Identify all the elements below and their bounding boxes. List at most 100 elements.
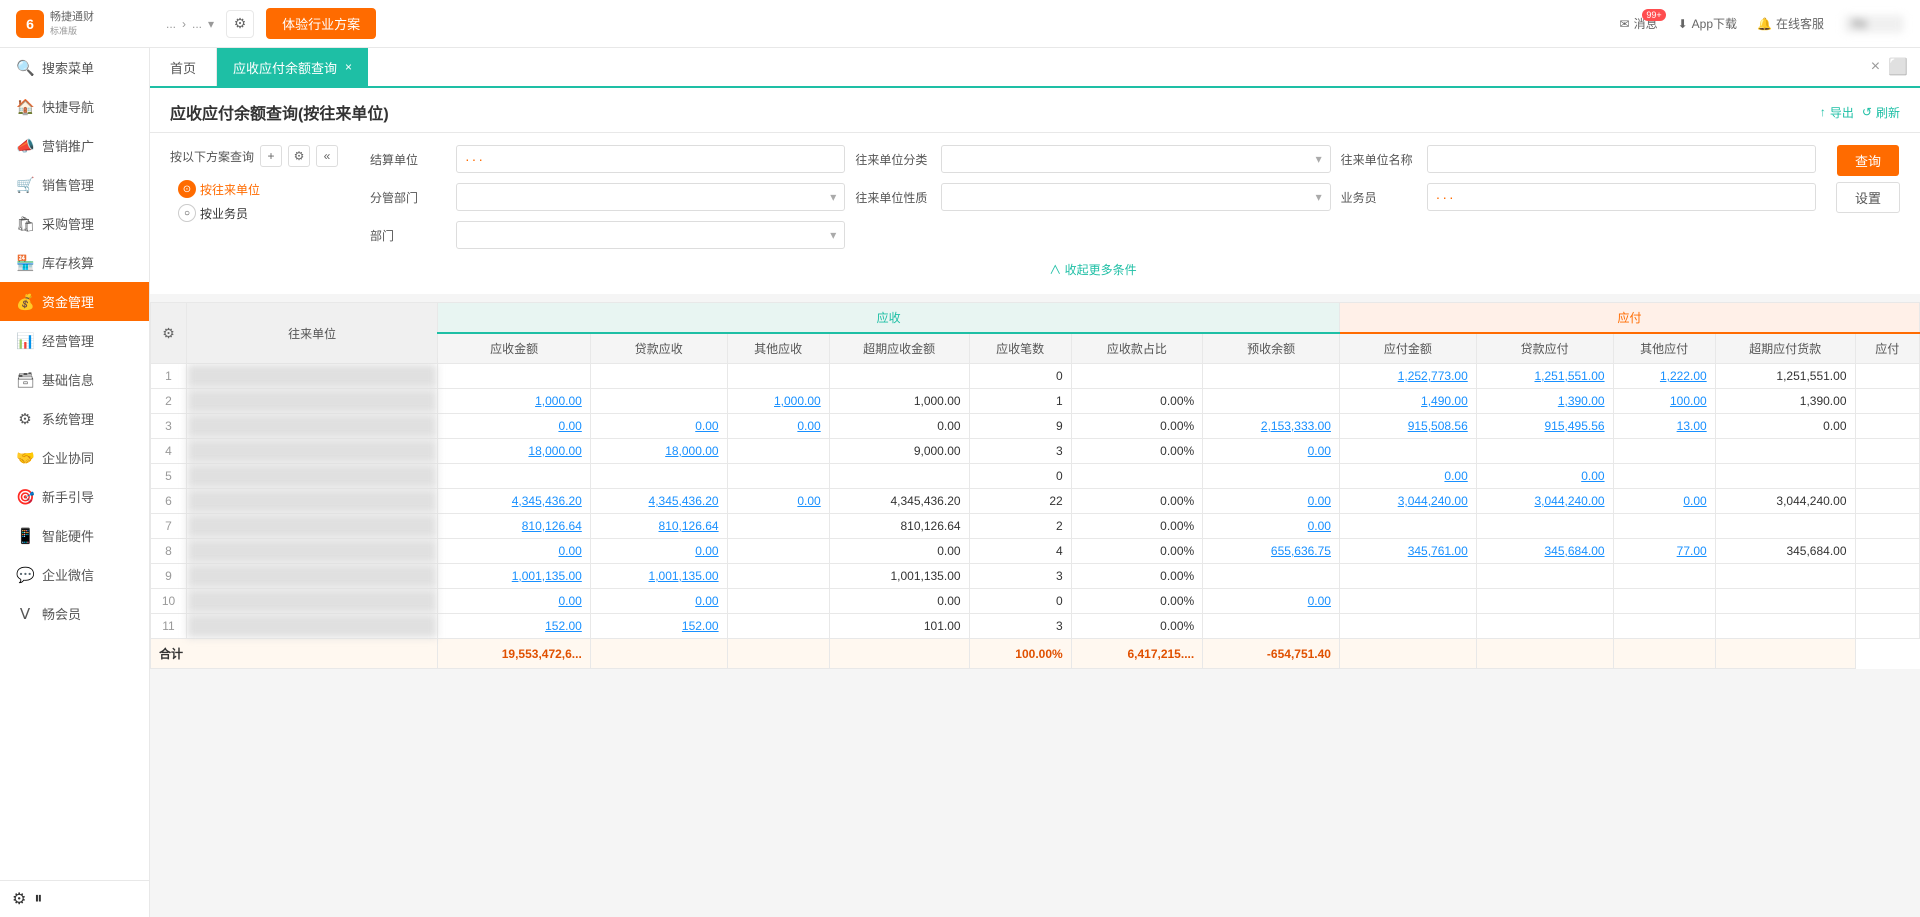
gear-button[interactable]: ⚙ bbox=[226, 10, 254, 38]
other-payable[interactable]: 13.00 bbox=[1613, 414, 1715, 439]
other-receivable[interactable]: 0.00 bbox=[727, 414, 829, 439]
sidebar-item-basicinfo[interactable]: 🗃 基础信息 bbox=[0, 360, 149, 399]
sidebar-item-guide[interactable]: 🎯 新手引导 bbox=[0, 477, 149, 516]
service-icon: 🔔 bbox=[1757, 17, 1772, 31]
sidebar-item-wechat[interactable]: 💬 企业微信 bbox=[0, 555, 149, 594]
loan-payable[interactable]: 3,044,240.00 bbox=[1476, 489, 1613, 514]
settings-icon[interactable]: ⚙ bbox=[12, 889, 26, 909]
other-receivable[interactable]: 0.00 bbox=[727, 489, 829, 514]
chevron-down-icon[interactable]: ▾ bbox=[208, 17, 214, 31]
loan-receivable[interactable]: 810,126.64 bbox=[590, 514, 727, 539]
sidebar-item-sales[interactable]: 🛒 销售管理 bbox=[0, 165, 149, 204]
other-payable[interactable]: 100.00 bbox=[1613, 389, 1715, 414]
partner-name-cell: ████████ bbox=[187, 439, 438, 464]
refresh-button[interactable]: ↺ 刷新 bbox=[1862, 104, 1900, 121]
advance-balance[interactable]: 0.00 bbox=[1203, 439, 1340, 464]
advance-balance[interactable]: 0.00 bbox=[1203, 514, 1340, 539]
tab-active[interactable]: 应收应付余额查询 × bbox=[217, 48, 368, 86]
other-receivable[interactable]: 1,000.00 bbox=[727, 389, 829, 414]
loan-receivable[interactable]: 152.00 bbox=[590, 614, 727, 639]
filter-setting-button[interactable]: ⚙ bbox=[288, 145, 310, 167]
filter-option-salesperson[interactable]: ○ 按业务员 bbox=[170, 201, 370, 225]
set-button[interactable]: 设置 bbox=[1836, 182, 1900, 213]
app-download-button[interactable]: ⬇ App下载 bbox=[1678, 15, 1737, 32]
receivable-amount[interactable]: 1,000.00 bbox=[438, 389, 590, 414]
payable-amount[interactable]: 915,508.56 bbox=[1339, 414, 1476, 439]
sidebar-item-finance[interactable]: 💰 资金管理 bbox=[0, 282, 149, 321]
table-header-setting[interactable]: ⚙ bbox=[151, 303, 187, 364]
other-receivable bbox=[727, 464, 829, 489]
other-payable[interactable]: 1,222.00 bbox=[1613, 364, 1715, 389]
receivable-amount[interactable]: 0.00 bbox=[438, 539, 590, 564]
sidebar-item-hardware[interactable]: 📱 智能硬件 bbox=[0, 516, 149, 555]
advance-balance[interactable]: 2,153,333.00 bbox=[1203, 414, 1340, 439]
sidebar-item-enterprise[interactable]: 🤝 企业协同 bbox=[0, 438, 149, 477]
salesperson-input[interactable]: ··· bbox=[1427, 183, 1816, 211]
loan-receivable[interactable]: 4,345,436.20 bbox=[590, 489, 727, 514]
query-button[interactable]: 查询 bbox=[1837, 145, 1899, 176]
loan-receivable[interactable]: 0.00 bbox=[590, 589, 727, 614]
table-setting-icon[interactable]: ⚙ bbox=[159, 325, 178, 342]
message-button[interactable]: ✉ 消息 99+ bbox=[1620, 15, 1658, 32]
payable-amount[interactable]: 1,252,773.00 bbox=[1339, 364, 1476, 389]
filter-add-button[interactable]: + bbox=[260, 145, 282, 167]
payable-amount[interactable]: 0.00 bbox=[1339, 464, 1476, 489]
online-service-button[interactable]: 🔔 在线客服 bbox=[1757, 15, 1824, 32]
pause-icon[interactable]: ⏸ bbox=[34, 890, 42, 908]
user-info[interactable]: Rit bbox=[1844, 15, 1904, 33]
receivable-amount[interactable]: 152.00 bbox=[438, 614, 590, 639]
loan-receivable[interactable]: 0.00 bbox=[590, 414, 727, 439]
loan-receivable[interactable]: 18,000.00 bbox=[590, 439, 727, 464]
receivable-amount[interactable]: 0.00 bbox=[438, 589, 590, 614]
other-payable[interactable]: 0.00 bbox=[1613, 489, 1715, 514]
sidebar-item-purchase[interactable]: 🛍 采购管理 bbox=[0, 204, 149, 243]
receivable-amount[interactable]: 1,001,135.00 bbox=[438, 564, 590, 589]
other-payable[interactable]: 77.00 bbox=[1613, 539, 1715, 564]
receivable-amount[interactable]: 4,345,436.20 bbox=[438, 489, 590, 514]
payable-amount[interactable]: 3,044,240.00 bbox=[1339, 489, 1476, 514]
payable-5 bbox=[1855, 464, 1920, 489]
loan-payable[interactable]: 915,495.56 bbox=[1476, 414, 1613, 439]
advance-balance[interactable]: 0.00 bbox=[1203, 489, 1340, 514]
other-receivable bbox=[727, 589, 829, 614]
tab-close-button[interactable]: × bbox=[345, 60, 352, 74]
department-input[interactable]: ▾ bbox=[456, 183, 845, 211]
loan-receivable[interactable]: 1,001,135.00 bbox=[590, 564, 727, 589]
filter-collapse-button[interactable]: « bbox=[316, 145, 338, 167]
window-expand-icon[interactable]: ⬜ bbox=[1888, 57, 1908, 77]
tab-home[interactable]: 首页 bbox=[150, 48, 217, 86]
payable-amount[interactable]: 1,490.00 bbox=[1339, 389, 1476, 414]
window-close-icon[interactable]: × bbox=[1871, 58, 1880, 76]
advance-balance[interactable]: 0.00 bbox=[1203, 589, 1340, 614]
advance-balance bbox=[1203, 564, 1340, 589]
loan-payable[interactable]: 1,251,551.00 bbox=[1476, 364, 1613, 389]
sidebar-item-quick-nav[interactable]: 🏠 快捷导航 bbox=[0, 87, 149, 126]
solution-button[interactable]: 体验行业方案 bbox=[266, 8, 376, 39]
partner-name-input[interactable] bbox=[1427, 145, 1816, 173]
export-button[interactable]: ↑ 导出 bbox=[1820, 104, 1854, 121]
payable-amount[interactable]: 345,761.00 bbox=[1339, 539, 1476, 564]
filter-option-partner[interactable]: ⊙ 按往来单位 bbox=[170, 177, 370, 201]
advance-balance[interactable]: 655,636.75 bbox=[1203, 539, 1340, 564]
sidebar-item-member[interactable]: Ⅴ 畅会员 bbox=[0, 594, 149, 633]
sidebar-item-search-menu[interactable]: 🔍 搜索菜单 bbox=[0, 48, 149, 87]
settlement-unit-input[interactable]: ··· bbox=[456, 145, 845, 173]
dept-input[interactable]: ▾ bbox=[456, 221, 845, 249]
receivable-amount[interactable]: 18,000.00 bbox=[438, 439, 590, 464]
sidebar-item-system[interactable]: ⚙ 系统管理 bbox=[0, 399, 149, 438]
sidebar-item-inventory[interactable]: 🏪 库存核算 bbox=[0, 243, 149, 282]
col-dkyf: 贷款应付 bbox=[1476, 333, 1613, 364]
partner-category-input[interactable]: ▾ bbox=[941, 145, 1330, 173]
sidebar-item-operations[interactable]: 📊 经营管理 bbox=[0, 321, 149, 360]
sidebar-item-marketing[interactable]: 📣 营销推广 bbox=[0, 126, 149, 165]
receivable-amount[interactable]: 810,126.64 bbox=[438, 514, 590, 539]
loan-payable[interactable]: 1,390.00 bbox=[1476, 389, 1613, 414]
overdue-receivable: 4,345,436.20 bbox=[829, 489, 969, 514]
receivable-amount[interactable]: 0.00 bbox=[438, 414, 590, 439]
loan-receivable[interactable]: 0.00 bbox=[590, 539, 727, 564]
partner-nature-input[interactable]: ▾ bbox=[941, 183, 1330, 211]
collapse-more-button[interactable]: ∧ 收起更多条件 bbox=[370, 257, 1816, 282]
loan-payable[interactable]: 345,684.00 bbox=[1476, 539, 1613, 564]
data-table: ⚙ 往来单位 应收 应付 应收金额 贷款应收 其他应收 超期应收金额 应收笔数 … bbox=[150, 302, 1920, 669]
loan-payable[interactable]: 0.00 bbox=[1476, 464, 1613, 489]
